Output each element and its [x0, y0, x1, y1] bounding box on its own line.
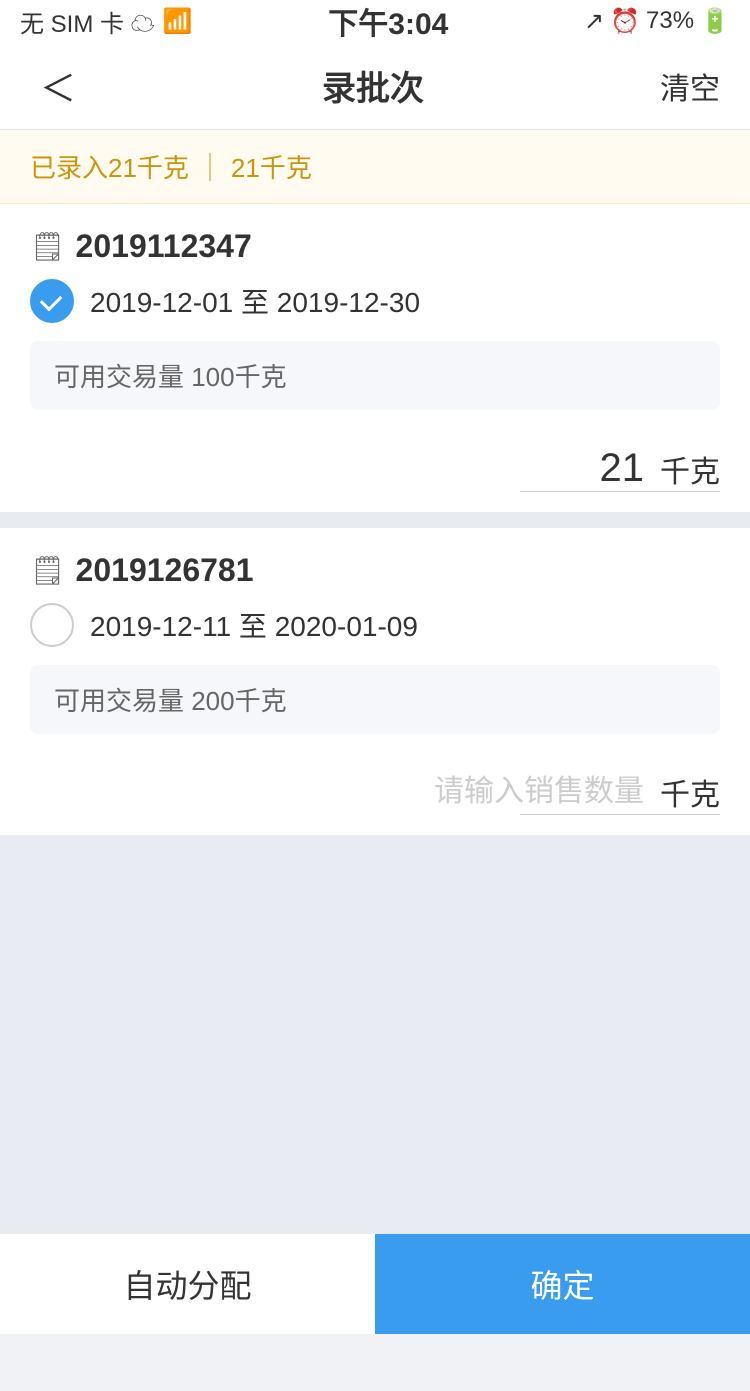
- alarm-icon: ⏰: [610, 7, 640, 36]
- batch1-available-text: 可用交易量 100千克: [54, 362, 287, 392]
- wifi-icon: 📶: [163, 7, 193, 36]
- batch1-qty-value: 21: [564, 446, 644, 491]
- status-left: 无 SIM 卡 ☁ 📶: [20, 4, 193, 39]
- recorded-amount-value: 21千克: [231, 148, 312, 185]
- batch1-available-box: 可用交易量 100千克: [30, 341, 720, 410]
- section-divider-1: [0, 512, 750, 528]
- clear-button[interactable]: 清空: [660, 64, 720, 108]
- status-bar: 无 SIM 卡 ☁ 📶 下午3:04 ↗ ⏰ 73% 🔋: [0, 0, 750, 42]
- page-title: 录批次: [322, 61, 424, 110]
- battery-text: 73%: [646, 7, 694, 35]
- batch2-available-box: 可用交易量 200千克: [30, 665, 720, 734]
- confirm-button[interactable]: 确定: [375, 1234, 750, 1334]
- battery-icon: 🔋: [700, 7, 730, 36]
- batch2-input-row: 千克: [0, 754, 750, 814]
- gray-area: [0, 851, 750, 1291]
- section-divider-2: [0, 835, 750, 851]
- banner-divider: [209, 153, 211, 181]
- status-right: ↗ ⏰ 73% 🔋: [584, 7, 730, 36]
- recorded-amount-label: 已录入21千克: [30, 148, 189, 185]
- batch2-qty-unit: 千克: [660, 770, 720, 814]
- bottom-bar: 自动分配 确定: [0, 1234, 750, 1334]
- batch2-date-range: 2019-12-11 至 2020-01-09: [90, 605, 418, 645]
- status-time: 下午3:04: [328, 0, 448, 43]
- info-banner: 已录入21千克 21千克: [0, 130, 750, 204]
- batch2-available-text: 可用交易量 200千克: [54, 686, 287, 716]
- batch1-icon: 🗒: [30, 230, 66, 263]
- batch1-qty-row: 21 千克: [0, 430, 750, 491]
- batch1-card: 🗒 2019112347 2019-12-01 至 2019-12-30 可用交…: [0, 204, 750, 512]
- batch1-radio[interactable]: [30, 279, 74, 323]
- auto-distribute-button[interactable]: 自动分配: [0, 1234, 375, 1334]
- batch1-date-range: 2019-12-01 至 2019-12-30: [90, 281, 420, 321]
- batch1-id: 2019112347: [76, 228, 252, 265]
- sim-label: 无 SIM 卡 ☁: [20, 4, 155, 39]
- nav-bar: ＜ 录批次 清空: [0, 42, 750, 130]
- batch1-qty-unit: 千克: [660, 447, 720, 491]
- batch2-qty-input[interactable]: [258, 775, 644, 809]
- batch2-card: 🗒 2019126781 2019-12-11 至 2020-01-09 可用交…: [0, 528, 750, 835]
- location-icon: ↗: [584, 7, 604, 36]
- batch2-id: 2019126781: [76, 552, 254, 589]
- batch2-radio[interactable]: [30, 603, 74, 647]
- back-button[interactable]: ＜: [30, 50, 86, 122]
- batch2-icon: 🗒: [30, 554, 66, 587]
